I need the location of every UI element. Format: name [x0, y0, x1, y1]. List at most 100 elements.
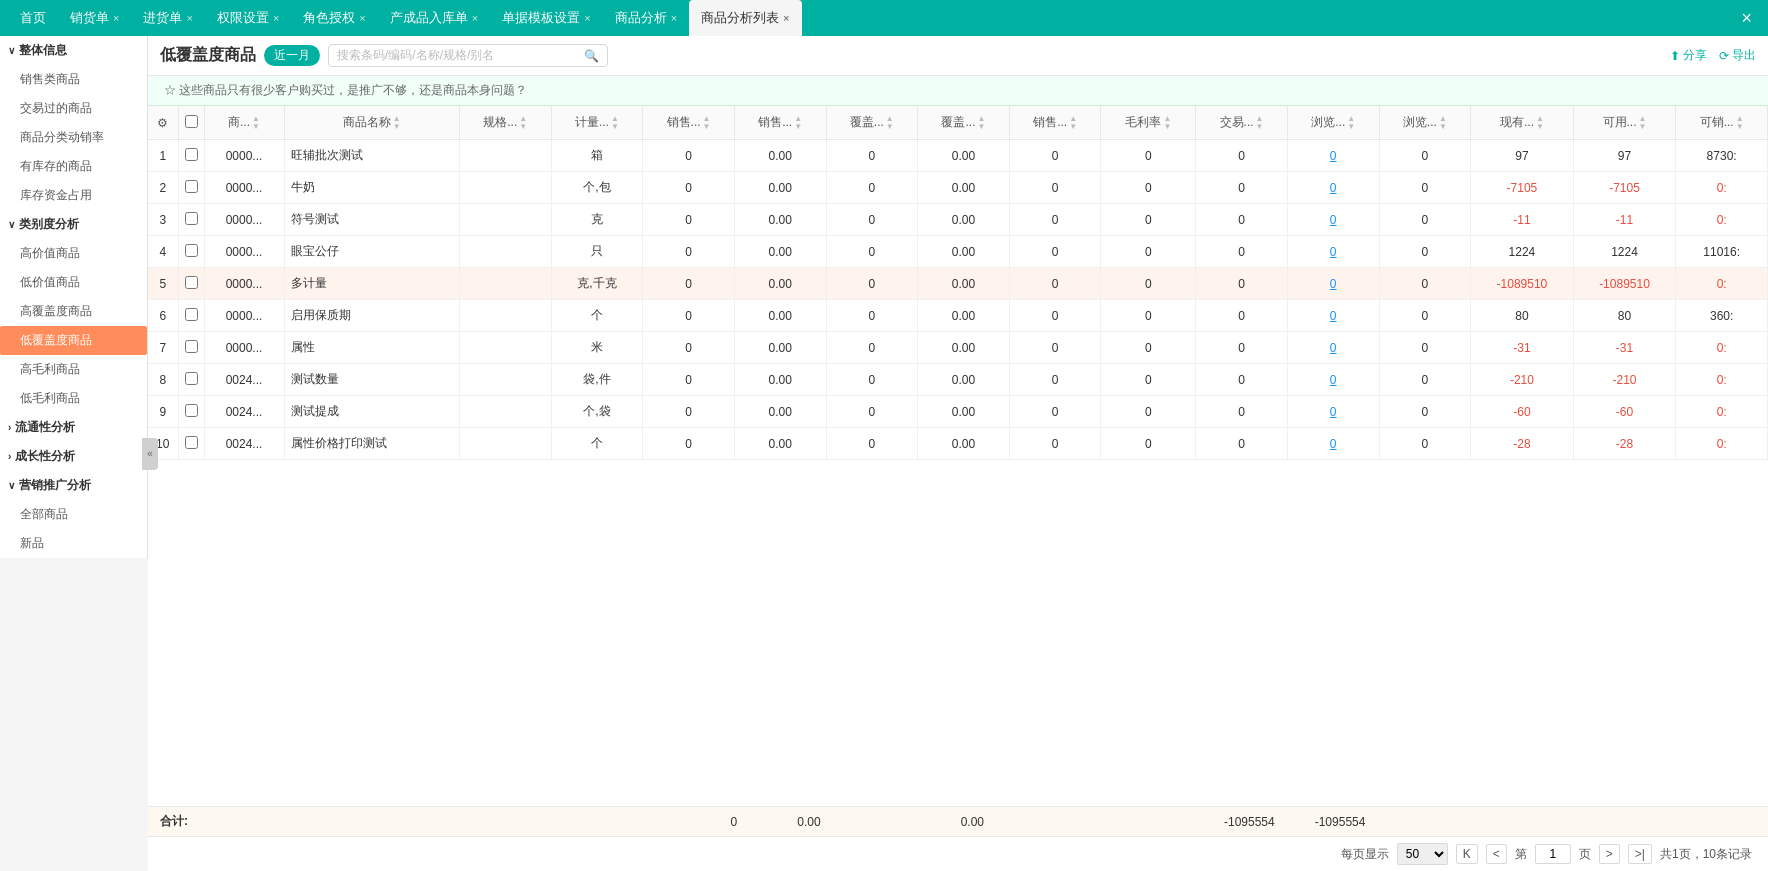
- row-browse1[interactable]: 0: [1287, 268, 1379, 300]
- row-browse1[interactable]: 0: [1287, 300, 1379, 332]
- row-browse1[interactable]: 0: [1287, 332, 1379, 364]
- nav-template-settings[interactable]: 单据模板设置 ×: [490, 0, 602, 36]
- first-page-button[interactable]: K: [1456, 844, 1478, 864]
- sidebar-group-category-analysis[interactable]: ∨ 类别度分析: [0, 210, 147, 239]
- row-number: 6: [148, 300, 178, 332]
- last-page-button[interactable]: >|: [1628, 844, 1652, 864]
- sidebar-item-low-value[interactable]: 低价值商品: [0, 268, 147, 297]
- column-current[interactable]: 现有...▲▼: [1471, 106, 1574, 140]
- page-size-select[interactable]: 50 20 100: [1397, 843, 1448, 865]
- sidebar-item-high-value[interactable]: 高价值商品: [0, 239, 147, 268]
- row-browse1[interactable]: 0: [1287, 396, 1379, 428]
- nav-close-icon[interactable]: ×: [186, 12, 192, 24]
- sidebar-group-circulation[interactable]: › 流通性分析: [0, 413, 147, 442]
- sidebar: ∨ 整体信息 销售类商品 交易过的商品 商品分类动销率 有库存的商品 库存资金占…: [0, 36, 148, 558]
- share-button[interactable]: ⬆ 分享: [1670, 47, 1707, 64]
- export-button[interactable]: ⟳ 导出: [1719, 47, 1756, 64]
- row-trade: 0: [1196, 428, 1288, 460]
- nav-product-analysis-list[interactable]: 商品分析列表 ×: [689, 0, 801, 36]
- sidebar-item-low-coverage[interactable]: 低覆盖度商品: [0, 326, 147, 355]
- row-trade: 0: [1196, 300, 1288, 332]
- sidebar-item-inventory-capital[interactable]: 库存资金占用: [0, 181, 147, 210]
- column-available[interactable]: 可用...▲▼: [1573, 106, 1676, 140]
- table-row: 10000...旺辅批次测试箱00.0000.000000097978730:: [148, 140, 1768, 172]
- row-name: 启用保质期: [284, 300, 459, 332]
- column-sales-qty[interactable]: 销售...▲▼: [643, 106, 735, 140]
- search-box[interactable]: 搜索条码/编码/名称/规格/别名 🔍: [328, 44, 608, 67]
- select-all-checkbox[interactable]: [185, 115, 198, 128]
- row-checkbox[interactable]: [178, 428, 204, 460]
- search-icon[interactable]: 🔍: [584, 49, 599, 63]
- window-close-button[interactable]: ×: [1733, 8, 1760, 29]
- row-browse1[interactable]: 0: [1287, 204, 1379, 236]
- next-page-button[interactable]: >: [1599, 844, 1620, 864]
- column-cover2[interactable]: 覆盖...▲▼: [918, 106, 1010, 140]
- column-gross-rate[interactable]: 毛利率▲▼: [1101, 106, 1196, 140]
- filter-recent-month-button[interactable]: 近一月: [264, 45, 320, 66]
- row-browse1[interactable]: 0: [1287, 364, 1379, 396]
- column-name[interactable]: 商品名称▲▼: [284, 106, 459, 140]
- nav-product-inbound[interactable]: 产成品入库单 ×: [378, 0, 490, 36]
- row-saleable: 0:: [1676, 268, 1768, 300]
- row-checkbox[interactable]: [178, 300, 204, 332]
- row-cover1: 0: [826, 396, 918, 428]
- column-sales-amt[interactable]: 销售...▲▼: [734, 106, 826, 140]
- nav-close-icon[interactable]: ×: [584, 12, 590, 24]
- row-sales3: 0: [1009, 300, 1101, 332]
- row-browse1[interactable]: 0: [1287, 236, 1379, 268]
- sidebar-item-low-margin[interactable]: 低毛利商品: [0, 384, 147, 413]
- sidebar-group-growth[interactable]: › 成长性分析: [0, 442, 147, 471]
- nav-sales-order[interactable]: 销货单 ×: [58, 0, 131, 36]
- nav-close-icon[interactable]: ×: [359, 12, 365, 24]
- column-checkbox[interactable]: [178, 106, 204, 140]
- nav-close-icon[interactable]: ×: [113, 12, 119, 24]
- row-checkbox[interactable]: [178, 172, 204, 204]
- sidebar-item-all-goods[interactable]: 全部商品: [0, 500, 147, 529]
- sidebar-item-new-goods[interactable]: 新品: [0, 529, 147, 558]
- nav-role-auth[interactable]: 角色授权 ×: [291, 0, 377, 36]
- nav-close-icon[interactable]: ×: [273, 12, 279, 24]
- row-checkbox[interactable]: [178, 140, 204, 172]
- column-code[interactable]: 商...▲▼: [204, 106, 284, 140]
- row-code: 0000...: [204, 204, 284, 236]
- row-checkbox[interactable]: [178, 332, 204, 364]
- nav-home[interactable]: 首页: [8, 0, 58, 36]
- sidebar-group-overall[interactable]: ∨ 整体信息: [0, 36, 147, 65]
- row-checkbox[interactable]: [178, 204, 204, 236]
- nav-product-analysis[interactable]: 商品分析 ×: [603, 0, 689, 36]
- column-trade[interactable]: 交易...▲▼: [1196, 106, 1288, 140]
- sidebar-collapse-button[interactable]: «: [142, 438, 158, 470]
- column-spec[interactable]: 规格...▲▼: [459, 106, 551, 140]
- nav-purchase-order[interactable]: 进货单 ×: [131, 0, 204, 36]
- sidebar-item-stocked-goods[interactable]: 有库存的商品: [0, 152, 147, 181]
- sidebar-group-marketing[interactable]: ∨ 营销推广分析: [0, 471, 147, 500]
- nav-close-icon[interactable]: ×: [472, 12, 478, 24]
- column-cover1[interactable]: 覆盖...▲▼: [826, 106, 918, 140]
- column-unit[interactable]: 计量...▲▼: [551, 106, 643, 140]
- column-browse2[interactable]: 浏览...▲▼: [1379, 106, 1471, 140]
- column-saleable[interactable]: 可销...▲▼: [1676, 106, 1768, 140]
- row-checkbox[interactable]: [178, 364, 204, 396]
- row-checkbox[interactable]: [178, 268, 204, 300]
- row-saleable: 0:: [1676, 428, 1768, 460]
- row-browse1[interactable]: 0: [1287, 172, 1379, 204]
- sidebar-item-category-turnover[interactable]: 商品分类动销率: [0, 123, 147, 152]
- row-checkbox[interactable]: [178, 236, 204, 268]
- sidebar-item-sales-goods[interactable]: 销售类商品: [0, 65, 147, 94]
- nav-permission-settings[interactable]: 权限设置 ×: [205, 0, 291, 36]
- nav-close-icon[interactable]: ×: [783, 12, 789, 24]
- sidebar-item-high-coverage[interactable]: 高覆盖度商品: [0, 297, 147, 326]
- column-sales3[interactable]: 销售...▲▼: [1009, 106, 1101, 140]
- column-browse1[interactable]: 浏览...▲▼: [1287, 106, 1379, 140]
- nav-close-icon[interactable]: ×: [671, 12, 677, 24]
- sidebar-item-traded-goods[interactable]: 交易过的商品: [0, 94, 147, 123]
- data-table-container[interactable]: ⚙ 商...▲▼ 商品名称▲▼ 规格...▲▼ 计量...▲▼ 销售...▲▼ …: [148, 106, 1768, 806]
- row-checkbox[interactable]: [178, 396, 204, 428]
- column-settings[interactable]: ⚙: [148, 106, 178, 140]
- page-number-input[interactable]: [1535, 844, 1571, 864]
- row-spec: [459, 428, 551, 460]
- sidebar-item-high-margin[interactable]: 高毛利商品: [0, 355, 147, 384]
- row-browse1[interactable]: 0: [1287, 140, 1379, 172]
- row-browse1[interactable]: 0: [1287, 428, 1379, 460]
- prev-page-button[interactable]: <: [1486, 844, 1507, 864]
